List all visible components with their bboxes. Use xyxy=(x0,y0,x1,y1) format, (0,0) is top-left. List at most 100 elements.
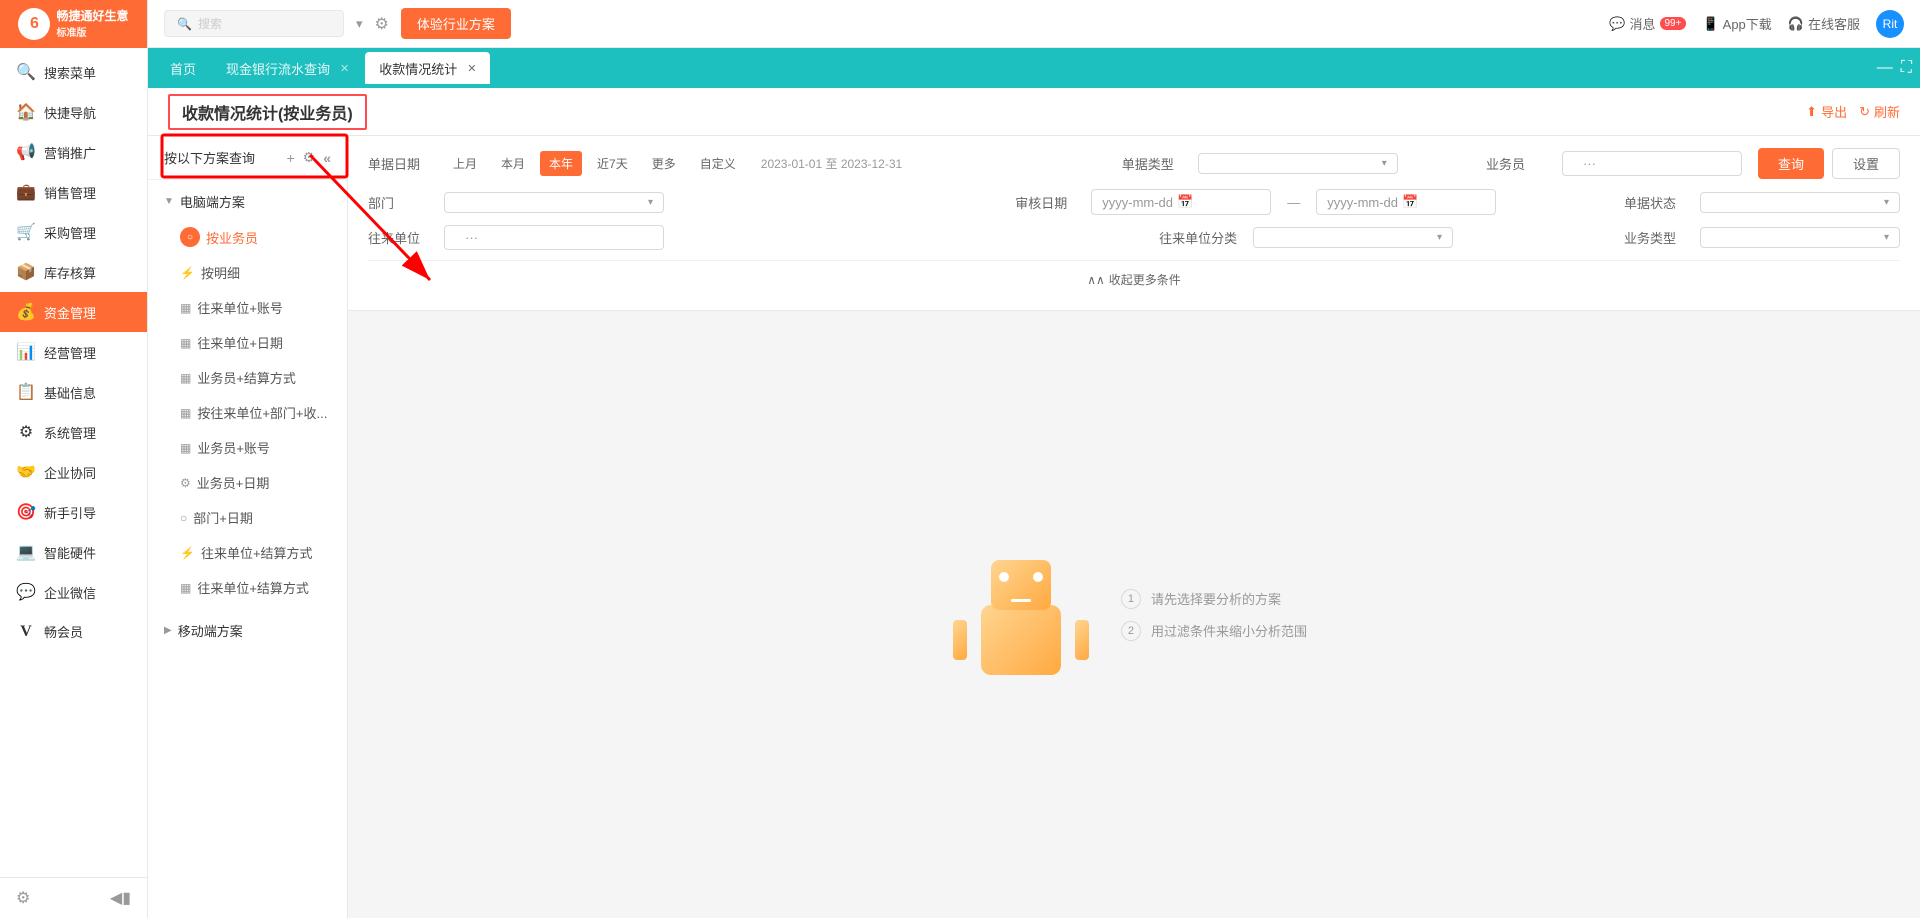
search-menu-icon: 🔍 xyxy=(16,62,36,82)
sidebar-item-basic-info[interactable]: 📋 基础信息 xyxy=(0,372,147,412)
scheme-item-salesman[interactable]: ○ 按业务员 xyxy=(148,219,347,255)
export-label: 导出 xyxy=(1821,102,1847,121)
export-icon: ⬆ xyxy=(1806,104,1817,120)
trial-button[interactable]: 体验行业方案 xyxy=(401,8,511,39)
scheme-detail-label: 按明细 xyxy=(201,263,240,282)
sidebar-nav: 🔍 搜索菜单 🏠 快捷导航 📢 营销推广 💼 销售管理 🛒 采购管理 📦 库存核… xyxy=(0,48,147,877)
topbar: 🔍 搜索 ▾ ⚙ 体验行业方案 💬 消息 99+ 📱 App下载 🎧 在线客服 xyxy=(148,0,1920,48)
scheme-partner-settlement2-label: 往来单位+结算方式 xyxy=(197,578,309,597)
topbar-search[interactable]: 🔍 搜索 xyxy=(164,10,344,37)
business-type-select[interactable]: ▾ xyxy=(1700,227,1900,248)
scheme-item-salesman-settlement[interactable]: ▦ 业务员+结算方式 xyxy=(148,360,347,395)
date-btn-this-month[interactable]: 本月 xyxy=(492,151,534,176)
tab-minimize-icon[interactable]: — xyxy=(1877,59,1893,77)
collapse-bar[interactable]: ∧∧ 收起更多条件 xyxy=(368,260,1900,298)
sidebar-label-newbie: 新手引导 xyxy=(44,503,96,522)
tab-home[interactable]: 首页 xyxy=(156,52,210,84)
date-btn-more[interactable]: 更多 xyxy=(643,151,685,176)
logo-icon: 6 xyxy=(18,8,50,40)
sidebar-item-hardware[interactable]: 💻 智能硬件 xyxy=(0,532,147,572)
sidebar-item-wechat[interactable]: 💬 企业微信 xyxy=(0,572,147,612)
scheme-item-partner-account[interactable]: ▦ 往来单位+账号 xyxy=(148,290,347,325)
collapse-panel-icon[interactable]: « xyxy=(323,150,331,166)
pc-scheme-group-title[interactable]: ▼ 电脑端方案 xyxy=(148,184,347,219)
tab-bank-flow-close[interactable]: ✕ xyxy=(340,62,349,75)
sidebar-item-newbie[interactable]: 🎯 新手引导 xyxy=(0,492,147,532)
sidebar-label-enterprise: 企业协同 xyxy=(44,463,96,482)
calendar-to-icon[interactable]: 📅 xyxy=(1402,194,1418,210)
wechat-icon: 💬 xyxy=(16,582,36,602)
scheme-item-partner-date[interactable]: ▦ 往来单位+日期 xyxy=(148,325,347,360)
salesman-select[interactable]: ··· xyxy=(1562,151,1742,176)
calendar-from-icon[interactable]: 📅 xyxy=(1177,194,1193,210)
enterprise-icon: 🤝 xyxy=(16,462,36,482)
tab-maximize-icon[interactable]: ⛶ xyxy=(1901,59,1912,77)
partner-label: 往来单位 xyxy=(368,228,428,247)
scheme-item-partner-dept[interactable]: ▦ 按往来单位+部门+收... xyxy=(148,395,347,430)
audit-date-to[interactable]: yyyy-mm-dd 📅 xyxy=(1316,189,1496,215)
settings-button[interactable]: 设置 xyxy=(1832,148,1900,179)
messages-item[interactable]: 💬 消息 99+ xyxy=(1609,14,1686,33)
partner-category-select[interactable]: ▾ xyxy=(1253,227,1453,248)
sidebar-item-search-menu[interactable]: 🔍 搜索菜单 xyxy=(0,52,147,92)
sidebar-label-member: 畅会员 xyxy=(44,622,83,641)
page-actions: ⬆ 导出 ↻ 刷新 xyxy=(1806,102,1900,121)
partner-dept-icon: ▦ xyxy=(180,406,191,420)
bill-type-select[interactable]: ▾ xyxy=(1198,153,1398,174)
scheme-item-detail[interactable]: ⚡ 按明细 xyxy=(148,255,347,290)
add-scheme-icon[interactable]: + xyxy=(286,150,294,166)
topbar-dropdown-arrow[interactable]: ▾ xyxy=(356,16,363,32)
settings-bottom-icon[interactable]: ⚙ xyxy=(16,888,30,908)
robot-mouth xyxy=(1011,599,1031,602)
sidebar-item-quick-nav[interactable]: 🏠 快捷导航 xyxy=(0,92,147,132)
scheme-salesman-date-label: 业务员+日期 xyxy=(197,473,270,492)
scheme-item-partner-settlement1[interactable]: ⚡ 往来单位+结算方式 xyxy=(148,535,347,570)
sidebar-item-enterprise[interactable]: 🤝 企业协同 xyxy=(0,452,147,492)
scheme-item-salesman-date[interactable]: ⚙ 业务员+日期 xyxy=(148,465,347,500)
sidebar-label-purchase: 采购管理 xyxy=(44,223,96,242)
sales-icon: 💼 xyxy=(16,182,36,202)
scheme-item-partner-settlement2[interactable]: ▦ 往来单位+结算方式 xyxy=(148,570,347,605)
bill-status-select[interactable]: ▾ xyxy=(1700,192,1900,213)
sidebar-item-marketing[interactable]: 📢 营销推广 xyxy=(0,132,147,172)
scheme-salesman-settlement-label: 业务员+结算方式 xyxy=(197,368,296,387)
salesman-more-icon[interactable]: ··· xyxy=(1583,156,1596,171)
mobile-scheme-group-title[interactable]: ▶ 移动端方案 xyxy=(148,613,347,648)
query-button[interactable]: 查询 xyxy=(1758,148,1824,179)
department-select[interactable]: ▾ xyxy=(444,192,664,213)
audit-date-from[interactable]: yyyy-mm-dd 📅 xyxy=(1091,189,1271,215)
app-download-item[interactable]: 📱 App下载 xyxy=(1702,14,1771,33)
tab-bank-flow[interactable]: 现金银行流水查询 ✕ xyxy=(212,52,363,84)
partner-more-icon[interactable]: ··· xyxy=(465,230,478,245)
mobile-group-label: 移动端方案 xyxy=(178,621,243,640)
sidebar-label-quick-nav: 快捷导航 xyxy=(44,103,96,122)
sidebar-item-sales[interactable]: 💼 销售管理 xyxy=(0,172,147,212)
sidebar-item-system[interactable]: ⚙ 系统管理 xyxy=(0,412,147,452)
date-btn-last-month[interactable]: 上月 xyxy=(444,151,486,176)
refresh-button[interactable]: ↻ 刷新 xyxy=(1859,102,1900,121)
scheme-item-salesman-account[interactable]: ▦ 业务员+账号 xyxy=(148,430,347,465)
sidebar-item-inventory[interactable]: 📦 库存核算 xyxy=(0,252,147,292)
mobile-group-arrow: ▶ xyxy=(164,625,172,636)
date-btn-custom[interactable]: 自定义 xyxy=(691,151,745,176)
sidebar-item-finance[interactable]: 💰 资金管理 xyxy=(0,292,147,332)
scheme-settings-icon[interactable]: ⚙ xyxy=(303,149,316,166)
sidebar-item-member[interactable]: V 畅会员 xyxy=(0,612,147,651)
tab-receipt-stats[interactable]: 收款情况统计 ✕ xyxy=(365,52,490,84)
sidebar-item-operation[interactable]: 📊 经营管理 xyxy=(0,332,147,372)
collapse-sidebar-icon[interactable]: ◀▮ xyxy=(110,888,131,908)
date-btn-this-year[interactable]: 本年 xyxy=(540,151,582,176)
user-avatar[interactable]: Rit xyxy=(1876,10,1904,38)
online-service-item[interactable]: 🎧 在线客服 xyxy=(1788,14,1860,33)
sidebar-item-purchase[interactable]: 🛒 采购管理 xyxy=(0,212,147,252)
download-icon: 📱 xyxy=(1702,16,1718,32)
scheme-dept-date-label: 部门+日期 xyxy=(193,508,253,527)
date-btn-7days[interactable]: 近7天 xyxy=(588,151,637,176)
operation-icon: 📊 xyxy=(16,342,36,362)
scheme-item-dept-date[interactable]: ○ 部门+日期 xyxy=(148,500,347,535)
tab-receipt-stats-close[interactable]: ✕ xyxy=(467,62,476,75)
topbar-settings-icon[interactable]: ⚙ xyxy=(375,14,389,34)
left-panel-title: 按以下方案查询 xyxy=(164,148,255,167)
partner-select[interactable]: ··· xyxy=(444,225,664,250)
export-button[interactable]: ⬆ 导出 xyxy=(1806,102,1847,121)
